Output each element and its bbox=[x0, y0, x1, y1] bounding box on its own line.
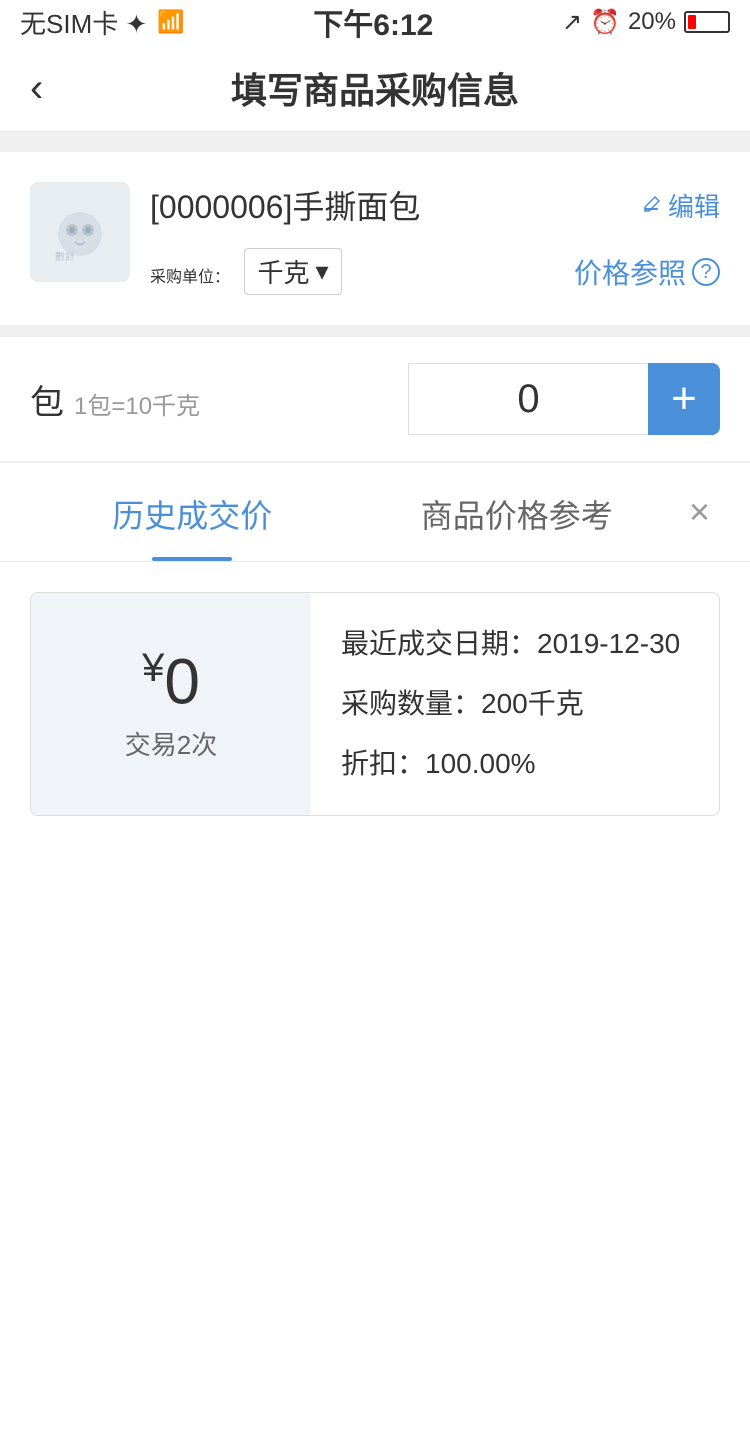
product-thumbnail: 數計 bbox=[30, 182, 130, 282]
wifi-icon: 📶 bbox=[157, 9, 184, 35]
edit-button[interactable]: 编辑 bbox=[642, 187, 720, 224]
price-right: 最近成交日期：2019-12-30 采购数量：200千克 折扣：100.00% bbox=[311, 593, 719, 815]
tab2-label: 商品价格参考 bbox=[421, 498, 613, 534]
currency-symbol: ¥ bbox=[142, 646, 164, 690]
product-card: 數計 [0000006]手撕面包 编辑 采购单位： 千克 ▾ 价格参照 ? bbox=[0, 152, 750, 325]
back-button[interactable]: ‹ bbox=[30, 68, 43, 108]
carrier-text: 无SIM卡 ✦ bbox=[20, 4, 147, 41]
product-info: [0000006]手撕面包 编辑 采购单位： 千克 ▾ 价格参照 ? bbox=[150, 182, 720, 295]
price-ref-button[interactable]: 价格参照 ? bbox=[574, 252, 720, 292]
alarm-icon: ⏰ bbox=[590, 8, 620, 37]
battery-pct: 20% bbox=[628, 8, 676, 36]
bottom-area bbox=[0, 846, 750, 1446]
nav-bar: ‹ 填写商品采购信息 bbox=[0, 44, 750, 132]
help-icon: ? bbox=[692, 258, 720, 286]
qty-input-wrap: + bbox=[408, 363, 720, 435]
qty-unit-main: 包 bbox=[30, 375, 64, 424]
unit-select[interactable]: 千克 ▾ bbox=[244, 248, 341, 295]
unit-label: 采购单位： bbox=[150, 269, 230, 286]
discount-row: 折扣：100.00% bbox=[341, 743, 689, 785]
price-left: ¥0 交易2次 bbox=[31, 593, 311, 815]
tab1-label: 历史成交价 bbox=[112, 498, 272, 534]
price-card: ¥0 交易2次 最近成交日期：2019-12-30 采购数量：200千克 折扣：… bbox=[30, 592, 720, 816]
tab-panel: 历史成交价 商品价格参考 × ¥0 交易2次 最近成交日期：2019-12-30… bbox=[0, 463, 750, 846]
quantity-row: 包 1包=10千克 + bbox=[0, 337, 750, 461]
plus-button[interactable]: + bbox=[648, 363, 720, 435]
product-header: [0000006]手撕面包 编辑 bbox=[150, 182, 720, 228]
qty-value: 200千克 bbox=[481, 688, 584, 719]
tab-history-price[interactable]: 历史成交价 bbox=[30, 463, 354, 561]
location-icon: ↗ bbox=[562, 8, 582, 37]
tab-close-button[interactable]: × bbox=[679, 481, 720, 543]
discount-label: 折扣： bbox=[341, 748, 425, 779]
price-ref-label: 价格参照 bbox=[574, 252, 686, 292]
unit-row: 采购单位： 千克 ▾ 价格参照 ? bbox=[150, 248, 720, 295]
recent-date-row: 最近成交日期：2019-12-30 bbox=[341, 623, 689, 665]
qty-label: 采购数量： bbox=[341, 688, 481, 719]
status-bar: 无SIM卡 ✦ 📶 下午6:12 ↗ ⏰ 20% bbox=[0, 0, 750, 44]
product-name: [0000006]手撕面包 bbox=[150, 182, 420, 228]
unit-dropdown-arrow: ▾ bbox=[315, 256, 328, 287]
discount-value: 100.00% bbox=[425, 748, 536, 779]
qty-unit-sub: 1包=10千克 bbox=[74, 386, 200, 421]
unit-value: 千克 bbox=[257, 253, 309, 290]
recent-date-label: 最近成交日期： bbox=[341, 628, 537, 659]
unit-label-wrap: 采购单位： 千克 ▾ bbox=[150, 248, 342, 295]
price-amount: ¥0 bbox=[142, 646, 200, 717]
quantity-input[interactable] bbox=[408, 363, 648, 435]
purchase-qty-row: 采购数量：200千克 bbox=[341, 683, 689, 725]
status-time: 下午6:12 bbox=[313, 0, 433, 44]
qty-label-wrap: 包 1包=10千克 bbox=[30, 375, 388, 424]
svg-text:數計: 數計 bbox=[55, 250, 75, 262]
page-title: 填写商品采购信息 bbox=[231, 62, 519, 114]
recent-date-value: 2019-12-30 bbox=[537, 628, 680, 659]
price-trades: 交易2次 bbox=[125, 725, 217, 762]
section-divider bbox=[0, 325, 750, 337]
tab-bar: 历史成交价 商品价格参考 × bbox=[0, 463, 750, 562]
status-right: ↗ ⏰ 20% bbox=[562, 8, 730, 37]
tab-product-price-ref[interactable]: 商品价格参考 bbox=[354, 463, 678, 561]
status-left: 无SIM卡 ✦ 📶 bbox=[20, 4, 185, 41]
price-cards: ¥0 交易2次 最近成交日期：2019-12-30 采购数量：200千克 折扣：… bbox=[0, 562, 750, 846]
price-value: 0 bbox=[164, 645, 200, 717]
edit-label: 编辑 bbox=[668, 187, 720, 224]
battery-icon bbox=[684, 11, 730, 33]
